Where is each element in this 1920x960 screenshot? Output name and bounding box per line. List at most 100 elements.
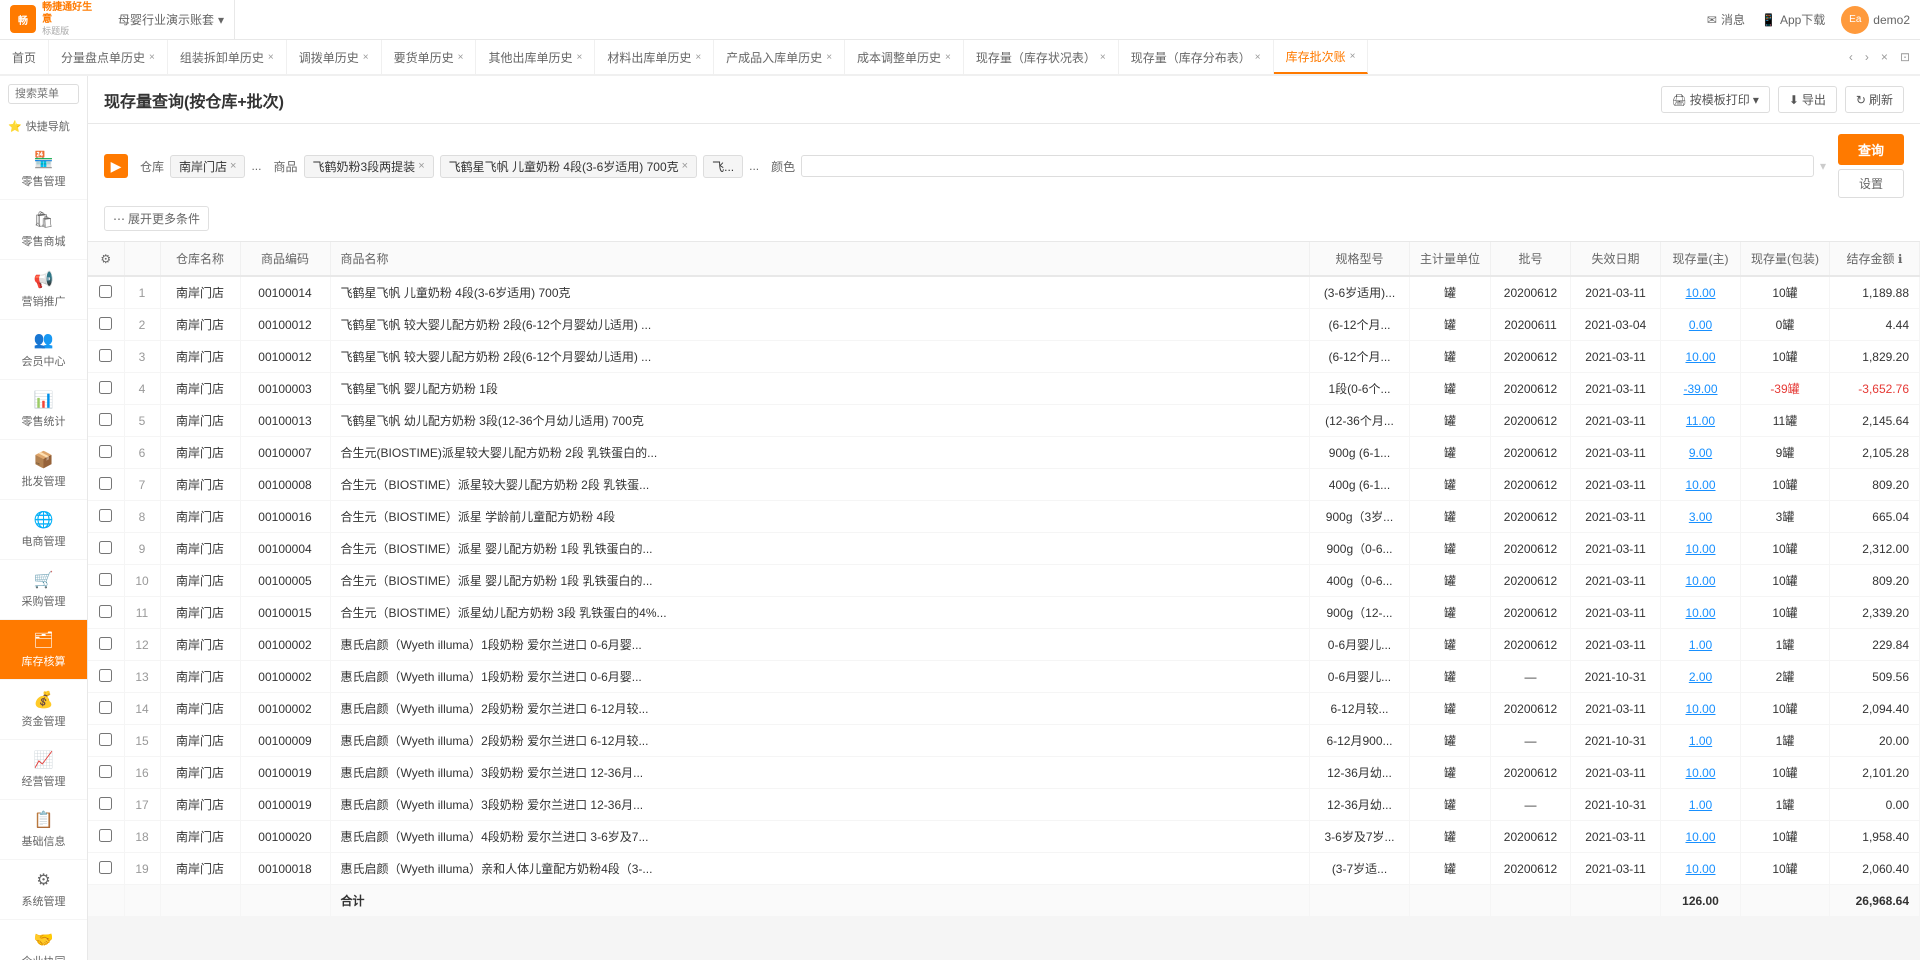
tab-close-all[interactable]: × <box>1877 48 1892 66</box>
tab-close-7[interactable]: × <box>826 52 832 63</box>
product-tag-2[interactable]: 飞鹤星飞帆 儿童奶粉 4段(3-6岁适用) 700克 × <box>440 155 697 178</box>
print-button[interactable]: 🖨 按模板打印 ▾ <box>1661 86 1770 113</box>
message-button[interactable]: ✉ 消息 <box>1707 11 1745 28</box>
td-stock-main[interactable]: -39.00 <box>1661 373 1741 405</box>
product-tag-1-remove[interactable]: × <box>418 160 424 172</box>
search-input[interactable] <box>8 84 79 104</box>
td-stock-main[interactable]: 10.00 <box>1661 341 1741 373</box>
td-checkbox[interactable] <box>88 469 124 501</box>
td-checkbox[interactable] <box>88 821 124 853</box>
td-checkbox[interactable] <box>88 853 124 885</box>
sidebar-item-batch-mgmt[interactable]: 📦 批发管理 <box>0 440 87 500</box>
filter-expand-button[interactable]: ▶ <box>104 154 128 178</box>
tab-expand[interactable]: ⊡ <box>1896 48 1914 66</box>
expand-more-conditions-button[interactable]: ⋯ 展开更多条件 <box>104 206 209 231</box>
sidebar-item-system-mgmt[interactable]: ⚙ 系统管理 <box>0 860 87 920</box>
sidebar-item-operations[interactable]: 📈 经营管理 <box>0 740 87 800</box>
td-checkbox[interactable] <box>88 309 124 341</box>
td-stock-main[interactable]: 3.00 <box>1661 501 1741 533</box>
td-stock-main[interactable]: 11.00 <box>1661 405 1741 437</box>
product-tag-2-remove[interactable]: × <box>682 160 688 172</box>
tab-close-6[interactable]: × <box>695 52 701 63</box>
tab-6[interactable]: 材料出库单历史 × <box>595 40 714 74</box>
tab-11[interactable]: 库存批次账 × <box>1274 40 1369 74</box>
td-stock-main[interactable]: 10.00 <box>1661 469 1741 501</box>
tab-8[interactable]: 成本调整单历史 × <box>845 40 964 74</box>
tab-home[interactable]: 首页 <box>0 40 49 74</box>
td-stock-main[interactable]: 10.00 <box>1661 597 1741 629</box>
color-input[interactable] <box>801 155 1814 177</box>
export-button[interactable]: ⬇ 导出 <box>1778 86 1837 113</box>
td-stock-main[interactable]: 1.00 <box>1661 725 1741 757</box>
industry-selector[interactable]: 母婴行业演示账套 ▾ <box>108 0 235 39</box>
td-checkbox[interactable] <box>88 597 124 629</box>
sidebar-item-enterprise[interactable]: 🤝 企业协同 <box>0 920 87 960</box>
td-checkbox[interactable] <box>88 373 124 405</box>
tab-9[interactable]: 现存量（库存状况表） × <box>964 40 1119 74</box>
sidebar-item-basic-info[interactable]: 📋 基础信息 <box>0 800 87 860</box>
shortcut-nav[interactable]: ⭐ 快捷导航 <box>0 112 87 140</box>
td-stock-main[interactable]: 1.00 <box>1661 789 1741 821</box>
td-checkbox[interactable] <box>88 725 124 757</box>
product-tag-3[interactable]: 飞... <box>703 155 743 178</box>
tab-close-5[interactable]: × <box>576 52 582 63</box>
td-stock-main[interactable]: 1.00 <box>1661 629 1741 661</box>
tab-close-2[interactable]: × <box>268 52 274 63</box>
td-stock-main[interactable]: 10.00 <box>1661 693 1741 725</box>
tab-close-10[interactable]: × <box>1255 52 1261 63</box>
td-stock-main[interactable]: 10.00 <box>1661 533 1741 565</box>
td-checkbox[interactable] <box>88 533 124 565</box>
td-stock-main[interactable]: 10.00 <box>1661 757 1741 789</box>
tab-3[interactable]: 调拨单历史 × <box>287 40 382 74</box>
color-filter-dropdown-icon[interactable]: ▾ <box>1820 159 1826 173</box>
query-button[interactable]: 查询 <box>1838 134 1904 165</box>
tab-prev-arrow[interactable]: ‹ <box>1845 48 1857 66</box>
td-checkbox[interactable] <box>88 693 124 725</box>
td-stock-main[interactable]: 10.00 <box>1661 276 1741 309</box>
product-tag-1[interactable]: 飞鹤奶粉3段两提装 × <box>304 155 434 178</box>
sidebar-item-retail-shop[interactable]: 🛍 零售商城 <box>0 200 87 260</box>
sidebar-item-retail-mgmt[interactable]: 🏪 零售管理 <box>0 140 87 200</box>
tab-7[interactable]: 产成品入库单历史 × <box>714 40 845 74</box>
td-checkbox[interactable] <box>88 661 124 693</box>
app-download-button[interactable]: 📱 App下载 <box>1761 11 1825 28</box>
td-stock-main[interactable]: 2.00 <box>1661 661 1741 693</box>
tab-close-8[interactable]: × <box>945 52 951 63</box>
tab-close-11[interactable]: × <box>1350 51 1356 62</box>
td-checkbox[interactable] <box>88 565 124 597</box>
sidebar-item-retail-stats[interactable]: 📊 零售统计 <box>0 380 87 440</box>
tab-next-arrow[interactable]: › <box>1861 48 1873 66</box>
sidebar-item-inventory[interactable]: 🗂 库存核算 <box>0 620 87 680</box>
setting-button[interactable]: 设置 <box>1838 169 1904 198</box>
td-stock-main[interactable]: 10.00 <box>1661 565 1741 597</box>
td-stock-main[interactable]: 0.00 <box>1661 309 1741 341</box>
td-checkbox[interactable] <box>88 405 124 437</box>
tab-1[interactable]: 分量盘点单历史 × <box>49 40 168 74</box>
sidebar-item-purchase[interactable]: 🛒 采购管理 <box>0 560 87 620</box>
td-checkbox[interactable] <box>88 757 124 789</box>
refresh-button[interactable]: ↻ 刷新 <box>1845 86 1904 113</box>
sidebar-item-marketing[interactable]: 📢 营销推广 <box>0 260 87 320</box>
td-checkbox[interactable] <box>88 437 124 469</box>
td-checkbox[interactable] <box>88 276 124 309</box>
tab-close-9[interactable]: × <box>1100 52 1106 63</box>
td-checkbox[interactable] <box>88 501 124 533</box>
td-stock-main[interactable]: 10.00 <box>1661 853 1741 885</box>
th-settings[interactable]: ⚙ <box>88 242 124 276</box>
table-area[interactable]: ⚙ 仓库名称 商品编码 商品名称 规格型号 主计量单位 批号 失效日期 现存量(… <box>88 242 1920 960</box>
warehouse-more[interactable]: ... <box>251 159 261 173</box>
td-checkbox[interactable] <box>88 341 124 373</box>
td-stock-main[interactable]: 9.00 <box>1661 437 1741 469</box>
td-checkbox[interactable] <box>88 629 124 661</box>
tab-5[interactable]: 其他出库单历史 × <box>476 40 595 74</box>
tab-close-4[interactable]: × <box>458 52 464 63</box>
tab-close-3[interactable]: × <box>363 52 369 63</box>
sidebar-item-member-center[interactable]: 👥 会员中心 <box>0 320 87 380</box>
tab-close-1[interactable]: × <box>149 52 155 63</box>
td-checkbox[interactable] <box>88 789 124 821</box>
warehouse-tag[interactable]: 南岸门店 × <box>170 155 245 178</box>
td-stock-main[interactable]: 10.00 <box>1661 821 1741 853</box>
sidebar-item-ecommerce[interactable]: 🌐 电商管理 <box>0 500 87 560</box>
user-menu[interactable]: Ea demo2 <box>1841 6 1910 34</box>
tab-2[interactable]: 组装拆卸单历史 × <box>168 40 287 74</box>
